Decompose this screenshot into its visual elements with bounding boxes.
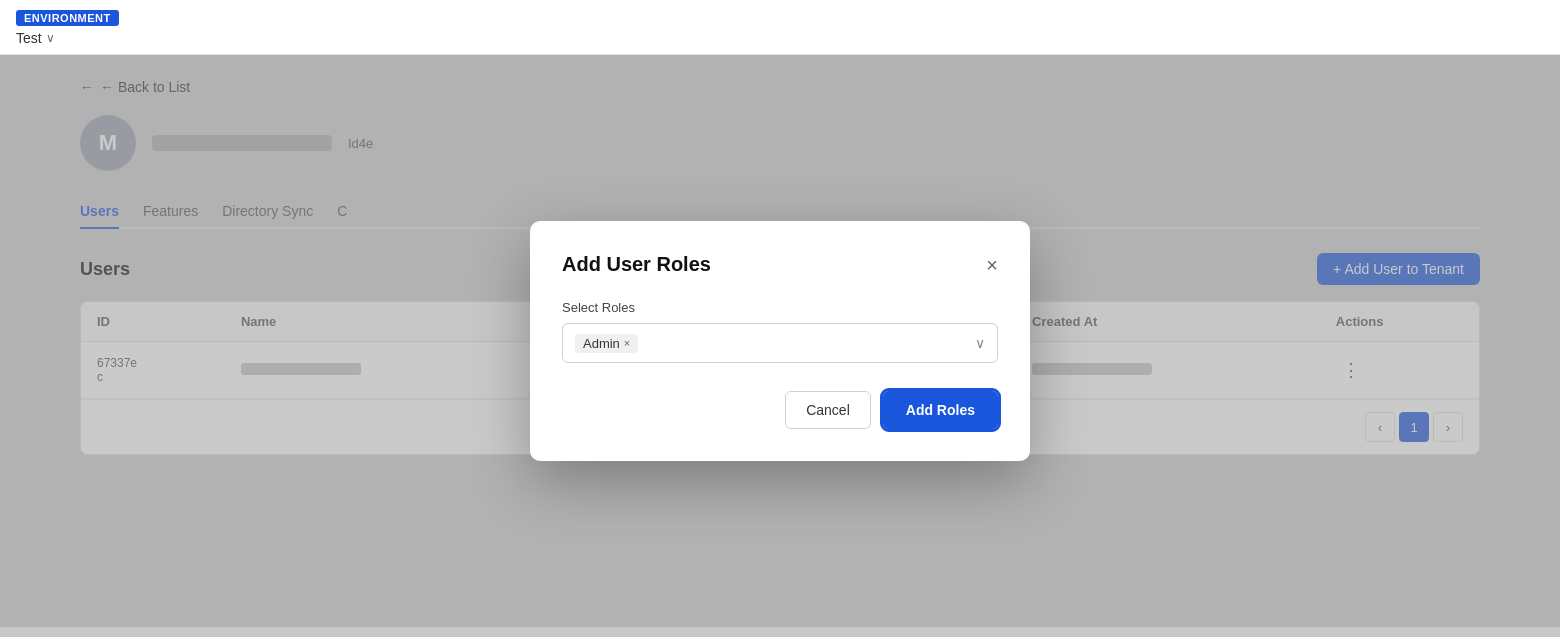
environment-badge: ENVIRONMENT bbox=[16, 10, 119, 26]
modal-header: Add User Roles × bbox=[562, 253, 998, 276]
admin-tag-remove[interactable]: × bbox=[624, 337, 630, 349]
page-content: ← ← Back to List M Id4e Users Features D… bbox=[0, 55, 1560, 627]
modal-footer: Cancel Add Roles bbox=[562, 391, 998, 429]
chevron-down-icon: ∨ bbox=[46, 31, 55, 45]
add-roles-button[interactable]: Add Roles bbox=[883, 391, 998, 429]
modal-overlay: Add User Roles × Select Roles Admin × ∨ … bbox=[0, 55, 1560, 627]
tenant-name: Test bbox=[16, 30, 42, 46]
selected-roles-tags: Admin × bbox=[575, 334, 638, 353]
admin-tag: Admin × bbox=[575, 334, 638, 353]
modal-close-button[interactable]: × bbox=[986, 255, 998, 275]
top-bar: ENVIRONMENT Test ∨ bbox=[0, 0, 1560, 55]
cancel-button[interactable]: Cancel bbox=[785, 391, 871, 429]
tenant-selector[interactable]: Test ∨ bbox=[16, 30, 1544, 46]
roles-select-field[interactable]: Admin × ∨ bbox=[562, 323, 998, 363]
add-user-roles-modal: Add User Roles × Select Roles Admin × ∨ … bbox=[530, 221, 1030, 461]
modal-title: Add User Roles bbox=[562, 253, 711, 276]
admin-tag-label: Admin bbox=[583, 336, 620, 351]
select-chevron-icon: ∨ bbox=[975, 335, 985, 351]
select-roles-label: Select Roles bbox=[562, 300, 998, 315]
